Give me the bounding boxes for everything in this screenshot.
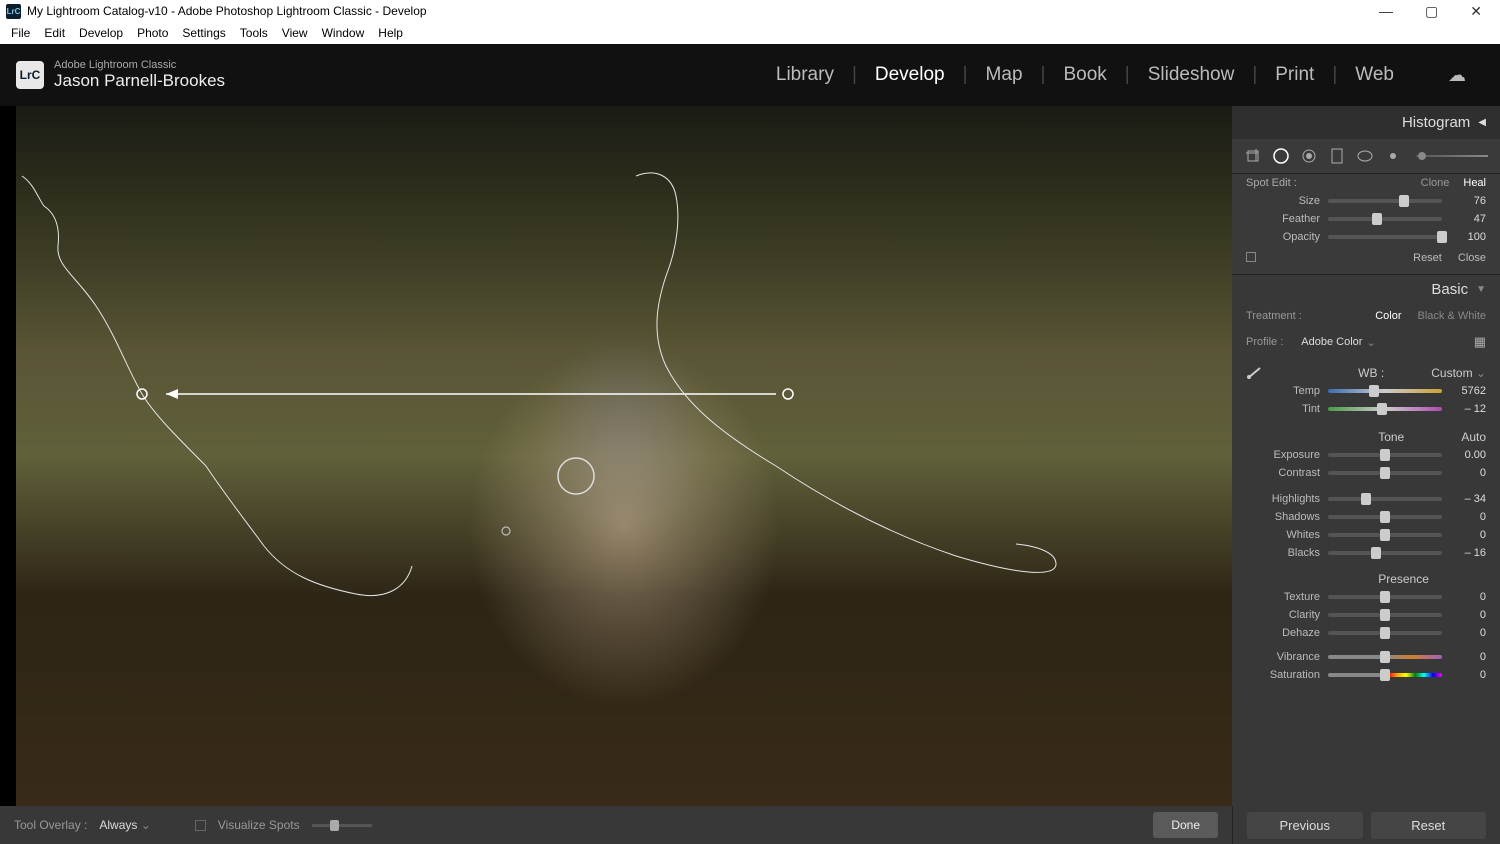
module-library[interactable]: Library — [758, 56, 852, 94]
menu-tools[interactable]: Tools — [233, 24, 275, 42]
temp-slider[interactable]: Temp 5762 — [1232, 382, 1500, 400]
brush-size-indicator[interactable] — [1416, 155, 1488, 157]
treatment-row: Treatment : Color Black & White — [1232, 304, 1500, 328]
spot-mode-clone[interactable]: Clone — [1421, 177, 1450, 189]
window-titlebar: LrC My Lightroom Catalog-v10 - Adobe Pho… — [0, 0, 1500, 22]
menu-help[interactable]: Help — [371, 24, 410, 42]
window-controls: — ▢ ✕ — [1379, 3, 1494, 20]
wb-eyedropper-icon[interactable] — [1246, 366, 1264, 380]
profile-browser-icon[interactable]: ▦ — [1474, 334, 1486, 350]
radial-filter-tool-icon[interactable] — [1356, 147, 1374, 165]
spot-removal-tool-icon[interactable] — [1272, 147, 1290, 165]
brand-subtext: Adobe Lightroom Classic — [54, 59, 225, 71]
menu-edit[interactable]: Edit — [37, 24, 72, 42]
visualize-spots-checkbox[interactable] — [195, 820, 206, 831]
cloud-sync-icon[interactable]: ☁ — [1430, 57, 1484, 94]
histogram-header[interactable]: Histogram◀ — [1232, 106, 1500, 139]
treatment-color[interactable]: Color — [1375, 310, 1401, 322]
menu-window[interactable]: Window — [315, 24, 372, 42]
left-panel-collapsed[interactable] — [0, 106, 16, 806]
auto-tone-button[interactable]: Auto — [1461, 430, 1486, 444]
whites-slider[interactable]: Whites0 — [1232, 526, 1500, 544]
window-title: My Lightroom Catalog-v10 - Adobe Photosh… — [27, 4, 427, 18]
minimize-button[interactable]: — — [1379, 3, 1393, 20]
previous-button[interactable]: Previous — [1247, 812, 1363, 839]
spot-heal-overlay — [16, 106, 1232, 806]
profile-row[interactable]: Profile : Adobe Color ⌄ ▦ — [1232, 328, 1500, 360]
close-button[interactable]: ✕ — [1470, 3, 1482, 20]
tool-overlay-dropdown[interactable]: Always ⌄ — [99, 818, 150, 832]
clarity-slider[interactable]: Clarity0 — [1232, 606, 1500, 624]
right-panel: Histogram◀ Spot Edit : Clone Heal Size 7… — [1232, 106, 1500, 806]
module-web[interactable]: Web — [1337, 56, 1412, 94]
image-canvas[interactable] — [16, 106, 1232, 806]
spot-edit-mode-row: Spot Edit : Clone Heal — [1232, 174, 1500, 192]
wb-header: WB : Custom ⌄ — [1232, 360, 1500, 382]
menu-settings[interactable]: Settings — [175, 24, 232, 42]
saturation-slider[interactable]: Saturation0 — [1232, 666, 1500, 684]
visualize-threshold-slider[interactable] — [312, 824, 372, 827]
identity-plate: Jason Parnell-Brookes — [54, 71, 225, 91]
visualize-spots-label: Visualize Spots — [218, 818, 300, 832]
size-slider[interactable]: Size 76 — [1232, 192, 1500, 210]
maximize-button[interactable]: ▢ — [1425, 3, 1438, 20]
spot-source-pin[interactable] — [783, 389, 793, 399]
vibrance-slider[interactable]: Vibrance0 — [1232, 648, 1500, 666]
blacks-slider[interactable]: Blacks– 16 — [1232, 544, 1500, 562]
module-print[interactable]: Print — [1257, 56, 1332, 94]
module-book[interactable]: Book — [1045, 56, 1124, 94]
contrast-slider[interactable]: Contrast0 — [1232, 464, 1500, 482]
spot-mode-heal[interactable]: Heal — [1463, 177, 1486, 189]
lightroom-logo-icon: LrC — [16, 61, 44, 89]
spot-reset-button[interactable]: Reset — [1413, 252, 1442, 264]
module-picker: LrC Adobe Lightroom Classic Jason Parnel… — [0, 44, 1500, 106]
toolbar-bottom: Tool Overlay : Always ⌄ Visualize Spots … — [0, 806, 1232, 844]
tone-header: Tone Auto — [1232, 418, 1500, 446]
highlights-slider[interactable]: Highlights– 34 — [1232, 490, 1500, 508]
adjustment-brush-tool-icon[interactable] — [1384, 147, 1402, 165]
dehaze-slider[interactable]: Dehaze0 — [1232, 624, 1500, 642]
spot-pin[interactable] — [502, 527, 510, 535]
app-icon: LrC — [6, 4, 21, 19]
reset-button[interactable]: Reset — [1371, 812, 1487, 839]
crop-tool-icon[interactable] — [1244, 147, 1262, 165]
feather-slider[interactable]: Feather 47 — [1232, 210, 1500, 228]
module-develop[interactable]: Develop — [857, 56, 963, 94]
tint-slider[interactable]: Tint – 12 — [1232, 400, 1500, 418]
menu-bar: File Edit Develop Photo Settings Tools V… — [0, 22, 1500, 44]
spot-toggle-icon[interactable] — [1246, 252, 1256, 262]
module-slideshow[interactable]: Slideshow — [1130, 56, 1253, 94]
menu-photo[interactable]: Photo — [130, 24, 175, 42]
exposure-slider[interactable]: Exposure0.00 — [1232, 446, 1500, 464]
spot-brush-cursor[interactable] — [558, 458, 594, 494]
opacity-slider[interactable]: Opacity 100 — [1232, 228, 1500, 246]
menu-view[interactable]: View — [275, 24, 315, 42]
shadows-slider[interactable]: Shadows0 — [1232, 508, 1500, 526]
treatment-bw[interactable]: Black & White — [1418, 310, 1486, 322]
redeye-tool-icon[interactable] — [1300, 147, 1318, 165]
menu-develop[interactable]: Develop — [72, 24, 130, 42]
menu-file[interactable]: File — [4, 24, 37, 42]
spot-close-button[interactable]: Close — [1458, 252, 1486, 264]
develop-footer: Previous Reset — [1232, 806, 1500, 844]
presence-header: Presence — [1232, 562, 1500, 588]
done-button[interactable]: Done — [1153, 812, 1218, 838]
tool-overlay-label: Tool Overlay : — [14, 818, 87, 832]
texture-slider[interactable]: Texture0 — [1232, 588, 1500, 606]
wb-preset-dropdown[interactable]: Custom ⌄ — [1431, 366, 1486, 380]
graduated-filter-tool-icon[interactable] — [1328, 147, 1346, 165]
module-map[interactable]: Map — [968, 56, 1041, 94]
basic-panel-header[interactable]: Basic▼ — [1232, 274, 1500, 304]
tool-strip — [1232, 139, 1500, 174]
spot-edit-button-row: Reset Close — [1232, 246, 1500, 274]
